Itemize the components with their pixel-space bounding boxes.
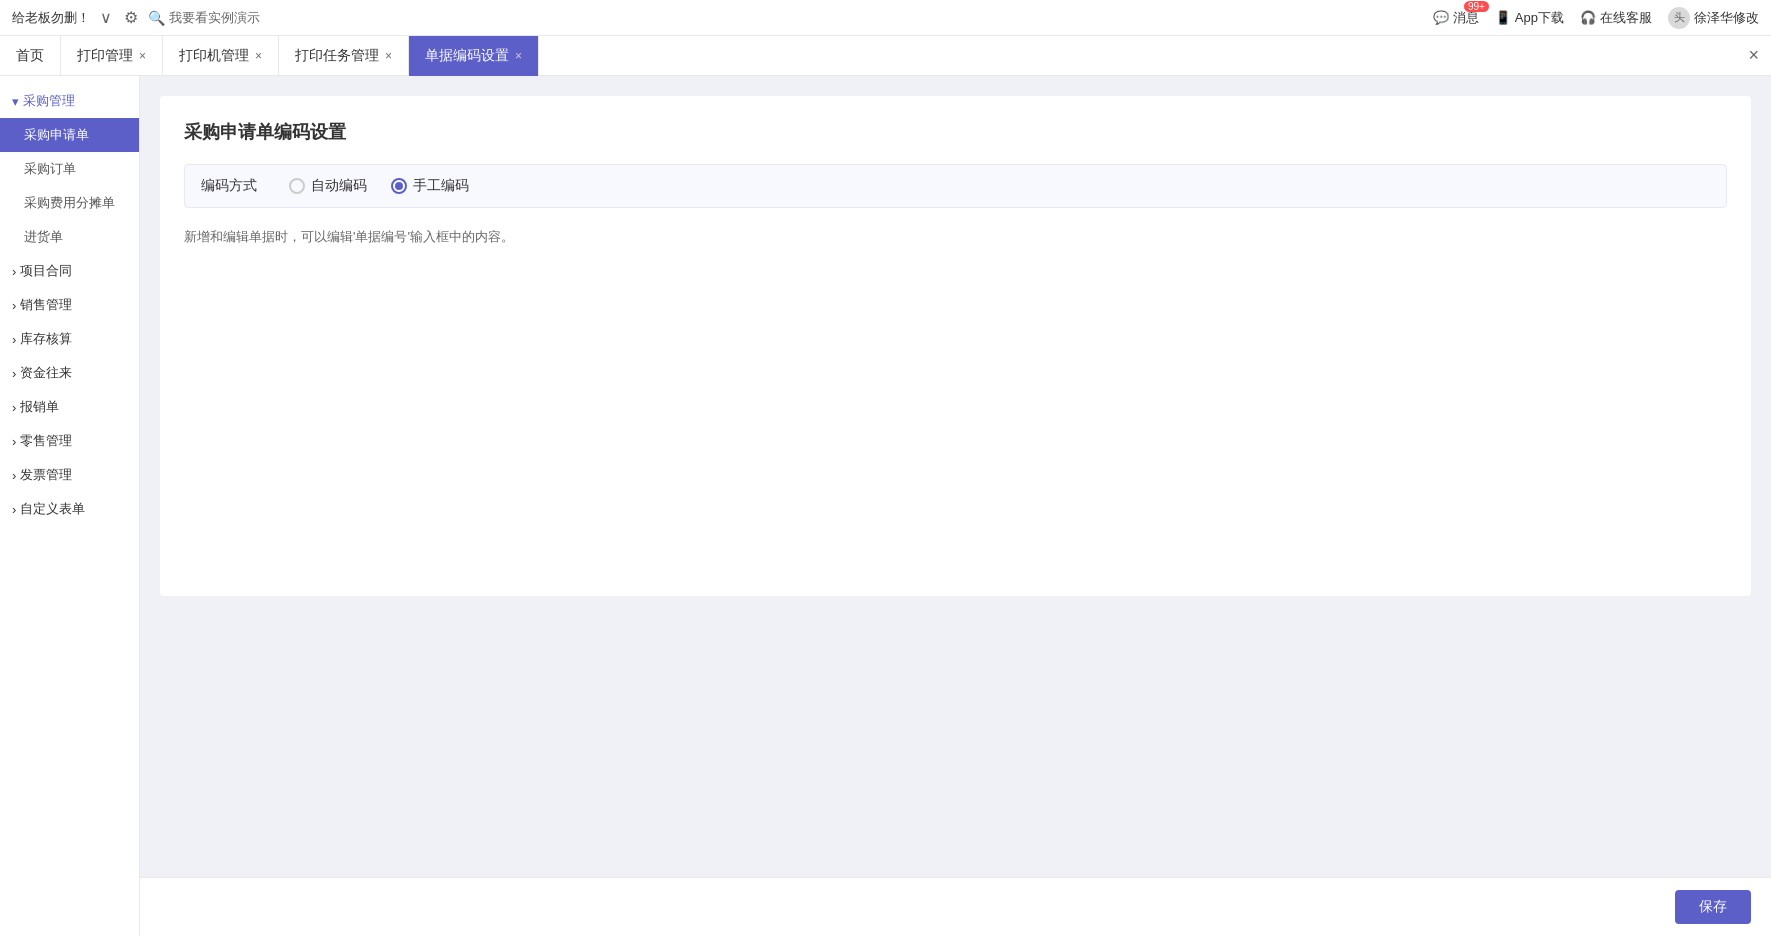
user-menu[interactable]: 头 徐泽华修改: [1668, 7, 1759, 29]
chevron-right-icon: ›: [12, 468, 16, 483]
radio-dot: [395, 182, 403, 190]
hint-text: 新增和编辑单据时，可以编辑'单据编号'输入框中的内容。: [184, 228, 1727, 246]
sidebar-item-stock-in-label: 进货单: [24, 229, 63, 244]
tab-print-management[interactable]: 打印管理 ×: [61, 36, 163, 76]
tab-encoding-settings-label: 单据编码设置: [425, 47, 509, 65]
top-bar-left: 给老板勿删！ ∨ ⚙ 🔍 我要看实例演示: [12, 6, 260, 29]
message-badge: 99+: [1464, 1, 1489, 12]
tab-home[interactable]: 首页: [0, 36, 61, 76]
app-download-button[interactable]: 📱 App下载: [1495, 9, 1564, 27]
tab-print-management-close[interactable]: ×: [139, 49, 146, 63]
chevron-right-icon: ›: [12, 400, 16, 415]
auto-encoding-option[interactable]: 自动编码: [289, 177, 367, 195]
tab-encoding-settings-close[interactable]: ×: [515, 49, 522, 63]
tab-encoding-settings[interactable]: 单据编码设置 ×: [409, 36, 539, 76]
user-name: 徐泽华修改: [1694, 9, 1759, 27]
chevron-right-icon: ›: [12, 298, 16, 313]
tab-bar-close-button[interactable]: ×: [1736, 45, 1771, 66]
chevron-down-icon: ▾: [12, 94, 19, 109]
tab-printer-management-close[interactable]: ×: [255, 49, 262, 63]
sidebar-group-finance-label: 资金往来: [20, 364, 72, 382]
online-service-label: 在线客服: [1600, 9, 1652, 27]
online-service-button[interactable]: 🎧 在线客服: [1580, 9, 1652, 27]
tab-home-label: 首页: [16, 47, 44, 65]
sidebar-item-stock-in[interactable]: 进货单: [0, 220, 139, 254]
chevron-right-icon: ›: [12, 332, 16, 347]
sidebar-group-reimbursement-label: 报销单: [20, 398, 59, 416]
tab-print-management-label: 打印管理: [77, 47, 133, 65]
tab-printer-management-label: 打印机管理: [179, 47, 249, 65]
sidebar-group-retail[interactable]: › 零售管理: [0, 424, 139, 458]
encoding-method-row: 编码方式 自动编码 手工编码: [184, 164, 1727, 208]
manual-encoding-label: 手工编码: [413, 177, 469, 195]
sidebar-item-purchase-expense-label: 采购费用分摊单: [24, 195, 115, 210]
auto-encoding-label: 自动编码: [311, 177, 367, 195]
app-download-icon: 📱: [1495, 10, 1511, 25]
tab-printer-management[interactable]: 打印机管理 ×: [163, 36, 279, 76]
sidebar-item-purchase-expense[interactable]: 采购费用分摊单: [0, 186, 139, 220]
tab-print-task-management[interactable]: 打印任务管理 ×: [279, 36, 409, 76]
headphone-icon: 🎧: [1580, 10, 1596, 25]
top-bar: 给老板勿删！ ∨ ⚙ 🔍 我要看实例演示 💬 消息 99+ 📱 App下载 🎧 …: [0, 0, 1771, 36]
sidebar-group-sales[interactable]: › 销售管理: [0, 288, 139, 322]
content-area: 采购申请单编码设置 编码方式 自动编码 手工编码 新增和编辑单据时，可以编辑: [140, 76, 1771, 877]
sidebar-group-inventory[interactable]: › 库存核算: [0, 322, 139, 356]
sidebar-item-purchase-request-label: 采购申请单: [24, 127, 89, 142]
sidebar-group-inventory-label: 库存核算: [20, 330, 72, 348]
avatar: 头: [1668, 7, 1690, 29]
top-bar-right: 💬 消息 99+ 📱 App下载 🎧 在线客服 头 徐泽华修改: [1433, 7, 1759, 29]
sidebar-group-project-contract-label: 项目合同: [20, 262, 72, 280]
auto-encoding-radio[interactable]: [289, 178, 305, 194]
save-button[interactable]: 保存: [1675, 890, 1751, 924]
sidebar-group-sales-label: 销售管理: [20, 296, 72, 314]
manual-encoding-option[interactable]: 手工编码: [391, 177, 469, 195]
encoding-method-label: 编码方式: [201, 177, 257, 195]
brand-label: 给老板勿删！: [12, 9, 90, 27]
sidebar-group-retail-label: 零售管理: [20, 432, 72, 450]
chevron-right-icon: ›: [12, 434, 16, 449]
sidebar-group-purchase[interactable]: ▾ 采购管理: [0, 84, 139, 118]
main-content: 采购申请单编码设置 编码方式 自动编码 手工编码 新增和编辑单据时，可以编辑: [140, 76, 1771, 936]
sidebar-group-project-contract[interactable]: › 项目合同: [0, 254, 139, 288]
sidebar-item-purchase-order[interactable]: 采购订单: [0, 152, 139, 186]
page-title: 采购申请单编码设置: [184, 120, 1727, 144]
sidebar-group-invoice-label: 发票管理: [20, 466, 72, 484]
chevron-down-icon[interactable]: ∨: [98, 6, 114, 29]
content-card: 采购申请单编码设置 编码方式 自动编码 手工编码 新增和编辑单据时，可以编辑: [160, 96, 1751, 596]
search-text: 我要看实例演示: [169, 9, 260, 27]
manual-encoding-radio[interactable]: [391, 178, 407, 194]
message-button[interactable]: 💬 消息 99+: [1433, 9, 1479, 27]
tab-print-task-close[interactable]: ×: [385, 49, 392, 63]
sidebar-group-invoice[interactable]: › 发票管理: [0, 458, 139, 492]
chevron-right-icon: ›: [12, 502, 16, 517]
settings-icon[interactable]: ⚙: [122, 6, 140, 29]
app-download-label: App下载: [1515, 9, 1564, 27]
chevron-right-icon: ›: [12, 264, 16, 279]
message-icon: 💬: [1433, 10, 1449, 25]
sidebar-group-finance[interactable]: › 资金往来: [0, 356, 139, 390]
tab-bar: 首页 打印管理 × 打印机管理 × 打印任务管理 × 单据编码设置 × ×: [0, 36, 1771, 76]
search-icon: 🔍: [148, 10, 165, 26]
main-layout: ▾ 采购管理 采购申请单 采购订单 采购费用分摊单 进货单 › 项目合同 › 销…: [0, 76, 1771, 936]
sidebar-group-purchase-label: 采购管理: [23, 92, 75, 110]
footer: 保存: [140, 877, 1771, 936]
chevron-right-icon: ›: [12, 366, 16, 381]
tab-print-task-label: 打印任务管理: [295, 47, 379, 65]
sidebar-item-purchase-order-label: 采购订单: [24, 161, 76, 176]
sidebar: ▾ 采购管理 采购申请单 采购订单 采购费用分摊单 进货单 › 项目合同 › 销…: [0, 76, 140, 936]
search-bar[interactable]: 🔍 我要看实例演示: [148, 9, 260, 27]
sidebar-group-custom-forms-label: 自定义表单: [20, 500, 85, 518]
sidebar-group-custom-forms[interactable]: › 自定义表单: [0, 492, 139, 526]
sidebar-group-reimbursement[interactable]: › 报销单: [0, 390, 139, 424]
sidebar-item-purchase-request[interactable]: 采购申请单: [0, 118, 139, 152]
